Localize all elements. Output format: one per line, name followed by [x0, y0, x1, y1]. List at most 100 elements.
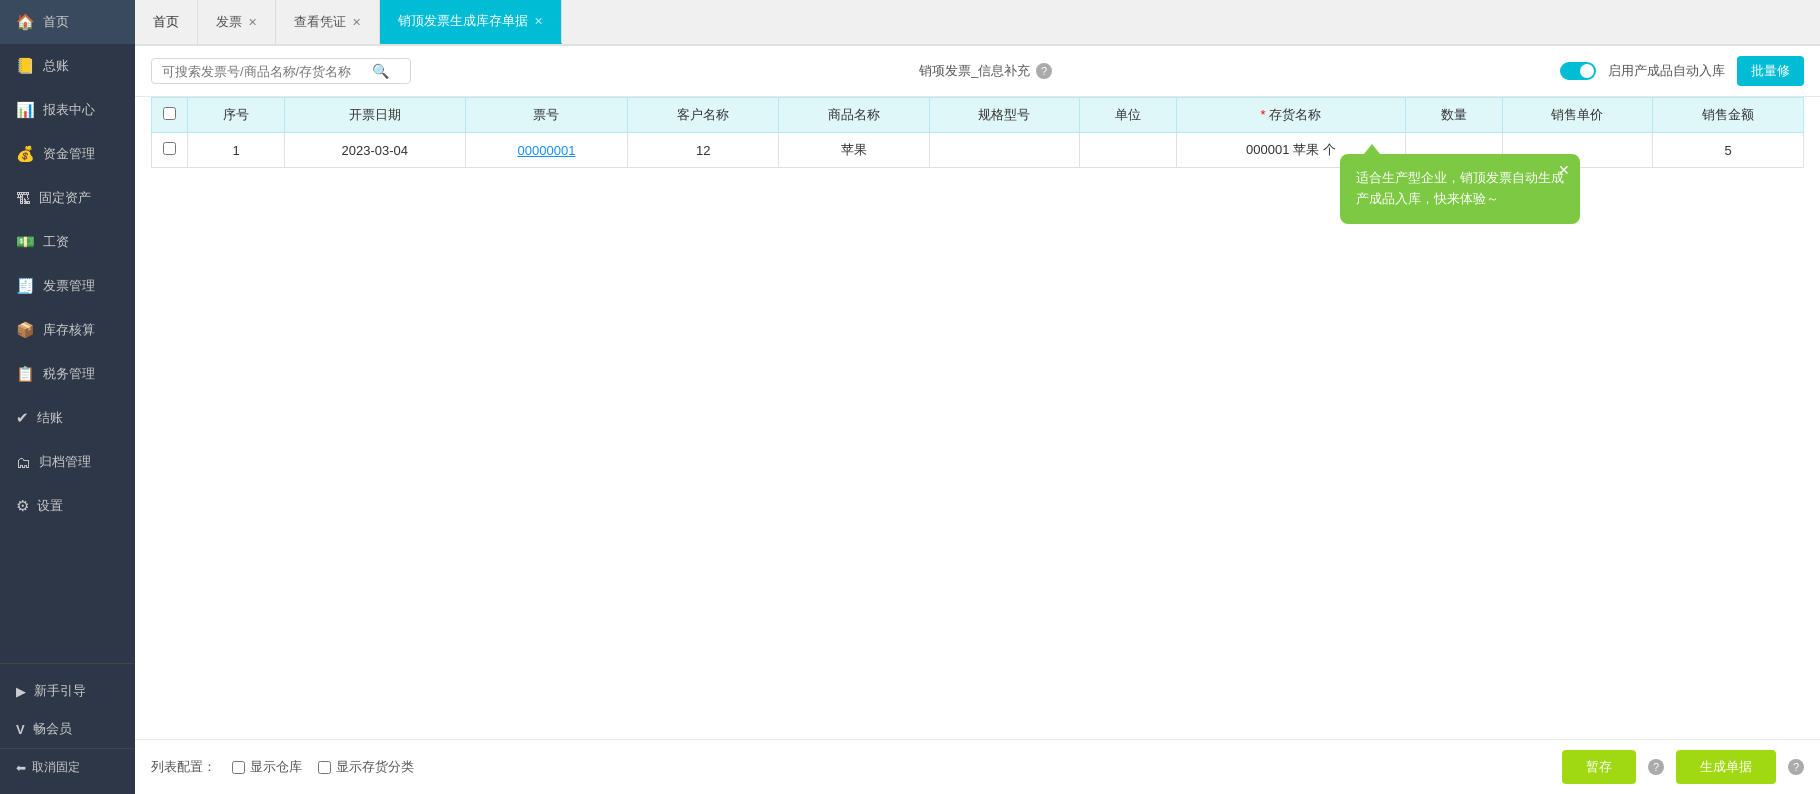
tab-cancel-invoice[interactable]: 销顶发票生成库存单据 ✕ — [380, 0, 562, 44]
tab-invoice-label: 发票 — [216, 13, 242, 31]
th-unit: 单位 — [1080, 98, 1177, 133]
th-seq: 序号 — [188, 98, 285, 133]
th-ticket: 票号 — [465, 98, 628, 133]
th-spec: 规格型号 — [929, 98, 1080, 133]
sidebar-item-closing[interactable]: ✔ 结账 — [0, 396, 135, 440]
sidebar-item-fixed-assets[interactable]: 🏗 固定资产 — [0, 176, 135, 220]
td-checkbox — [152, 133, 188, 168]
tab-invoice[interactable]: 发票 ✕ — [198, 0, 276, 44]
tax-icon: 📋 — [16, 365, 35, 383]
payroll-icon: 💵 — [16, 233, 35, 251]
tab-view-voucher-label: 查看凭证 — [294, 13, 346, 31]
sidebar-item-invoice[interactable]: 🧾 发票管理 — [0, 264, 135, 308]
td-product: 苹果 — [778, 133, 929, 168]
sidebar-item-home[interactable]: 🏠 首页 — [0, 0, 135, 44]
unfix-label: 取消固定 — [32, 759, 80, 776]
settings-icon: ⚙ — [16, 497, 29, 515]
td-spec — [929, 133, 1080, 168]
sidebar-item-settings[interactable]: ⚙ 设置 — [0, 484, 135, 528]
table-header-row: 序号 开票日期 票号 客户名称 商品名称 规格型号 单位 * 存货名称 数量 销… — [152, 98, 1804, 133]
tooltip-popup: ✕ 适合生产型企业，销顶发票自动生成产成品入库，快来体验～ — [1340, 154, 1580, 224]
main-wrapper: 🔍 销项发票_信息补充 ? 启用产成品自动入库 批量修 — [135, 46, 1820, 794]
generate-help-icon[interactable]: ? — [1788, 759, 1804, 775]
show-category-label[interactable]: 显示存货分类 — [318, 758, 414, 776]
th-checkbox — [152, 98, 188, 133]
closing-icon: ✔ — [16, 409, 29, 427]
td-customer: 12 — [628, 133, 779, 168]
sidebar-item-label: 税务管理 — [43, 365, 95, 383]
batch-button[interactable]: 批量修 — [1737, 56, 1804, 86]
th-amount: 销售金额 — [1653, 98, 1804, 133]
show-category-checkbox[interactable] — [318, 761, 331, 774]
sidebar-item-label: 固定资产 — [39, 189, 91, 207]
auto-warehousing-toggle[interactable] — [1560, 62, 1596, 80]
tooltip-text: 适合生产型企业，销顶发票自动生成产成品入库，快来体验～ — [1356, 170, 1564, 206]
sidebar-item-funds[interactable]: 💰 资金管理 — [0, 132, 135, 176]
sidebar-item-ledger[interactable]: 📒 总账 — [0, 44, 135, 88]
sidebar-item-label: 发票管理 — [43, 277, 95, 295]
tab-cancel-invoice-close[interactable]: ✕ — [534, 15, 543, 28]
tab-home-label: 首页 — [153, 13, 179, 31]
td-ticket-link[interactable]: 00000001 — [518, 143, 576, 158]
vip-icon: V — [16, 722, 25, 737]
td-date: 2023-03-04 — [285, 133, 466, 168]
sidebar-item-label: 工资 — [43, 233, 69, 251]
toggle-label: 启用产成品自动入库 — [1608, 62, 1725, 80]
sidebar-item-newbie[interactable]: ▶ 新手引导 — [0, 672, 135, 710]
tab-view-voucher[interactable]: 查看凭证 ✕ — [276, 0, 380, 44]
search-input[interactable] — [162, 64, 372, 79]
tab-view-voucher-close[interactable]: ✕ — [352, 16, 361, 29]
bottom-bar: 列表配置： 显示仓库 显示存货分类 暂存 ? 生成单据 ? — [135, 739, 1820, 794]
sidebar-bottom: ▶ 新手引导 V 畅会员 ⬅ 取消固定 — [0, 663, 135, 794]
ledger-icon: 📒 — [16, 57, 35, 75]
tab-invoice-close[interactable]: ✕ — [248, 16, 257, 29]
sidebar-item-label: 新手引导 — [34, 682, 86, 700]
td-ticket[interactable]: 00000001 — [465, 133, 628, 168]
tab-cancel-invoice-label: 销顶发票生成库存单据 — [398, 12, 528, 30]
sidebar-item-label: 报表中心 — [43, 101, 95, 119]
sidebar: 🏠 首页 📒 总账 📊 报表中心 💰 资金管理 🏗 固定资产 💵 工资 🧾 发票… — [0, 0, 135, 794]
generate-button[interactable]: 生成单据 — [1676, 750, 1776, 784]
sidebar-item-label: 畅会员 — [33, 720, 72, 738]
sidebar-item-inventory[interactable]: 📦 库存核算 — [0, 308, 135, 352]
th-product: 商品名称 — [778, 98, 929, 133]
sidebar-item-report[interactable]: 📊 报表中心 — [0, 88, 135, 132]
th-unit-price: 销售单价 — [1502, 98, 1653, 133]
row-checkbox[interactable] — [163, 142, 176, 155]
tooltip-arrow — [1364, 144, 1380, 154]
fixed-assets-icon: 🏗 — [16, 190, 31, 207]
bottom-right: 暂存 ? 生成单据 ? — [1562, 750, 1804, 784]
unfix-icon: ⬅ — [16, 761, 26, 775]
home-icon: 🏠 — [16, 13, 35, 31]
sidebar-item-tax[interactable]: 📋 税务管理 — [0, 352, 135, 396]
sidebar-item-archive[interactable]: 🗂 归档管理 — [0, 440, 135, 484]
archive-icon: 🗂 — [16, 454, 31, 471]
save-help-icon[interactable]: ? — [1648, 759, 1664, 775]
show-warehouse-checkbox[interactable] — [232, 761, 245, 774]
center-info: 销项发票_信息补充 ? — [919, 62, 1052, 80]
right-controls: 启用产成品自动入库 批量修 — [1560, 56, 1804, 86]
save-button[interactable]: 暂存 — [1562, 750, 1636, 784]
sidebar-item-label: 首页 — [43, 13, 69, 31]
list-config-label: 列表配置： — [151, 758, 216, 776]
tab-home[interactable]: 首页 — [135, 0, 198, 44]
newbie-icon: ▶ — [16, 684, 26, 699]
sidebar-item-label: 库存核算 — [43, 321, 95, 339]
select-all-checkbox[interactable] — [163, 107, 176, 120]
invoice-icon: 🧾 — [16, 277, 35, 295]
unfix-sidebar[interactable]: ⬅ 取消固定 — [0, 748, 135, 786]
td-seq: 1 — [188, 133, 285, 168]
bottom-left: 列表配置： 显示仓库 显示存货分类 — [151, 758, 414, 776]
tooltip-close-button[interactable]: ✕ — [1558, 162, 1570, 178]
main-content: 首页 发票 ✕ 查看凭证 ✕ 销顶发票生成库存单据 ✕ 🔍 销项发票_信息补充 … — [135, 0, 1820, 794]
th-date: 开票日期 — [285, 98, 466, 133]
info-icon[interactable]: ? — [1036, 63, 1052, 79]
sidebar-item-label: 资金管理 — [43, 145, 95, 163]
search-input-wrap[interactable]: 🔍 — [151, 58, 411, 84]
sidebar-item-label: 归档管理 — [39, 453, 91, 471]
sidebar-item-vip[interactable]: V 畅会员 — [0, 710, 135, 748]
sidebar-item-payroll[interactable]: 💵 工资 — [0, 220, 135, 264]
search-bar: 🔍 销项发票_信息补充 ? 启用产成品自动入库 批量修 — [135, 46, 1820, 97]
show-warehouse-label[interactable]: 显示仓库 — [232, 758, 302, 776]
report-icon: 📊 — [16, 101, 35, 119]
